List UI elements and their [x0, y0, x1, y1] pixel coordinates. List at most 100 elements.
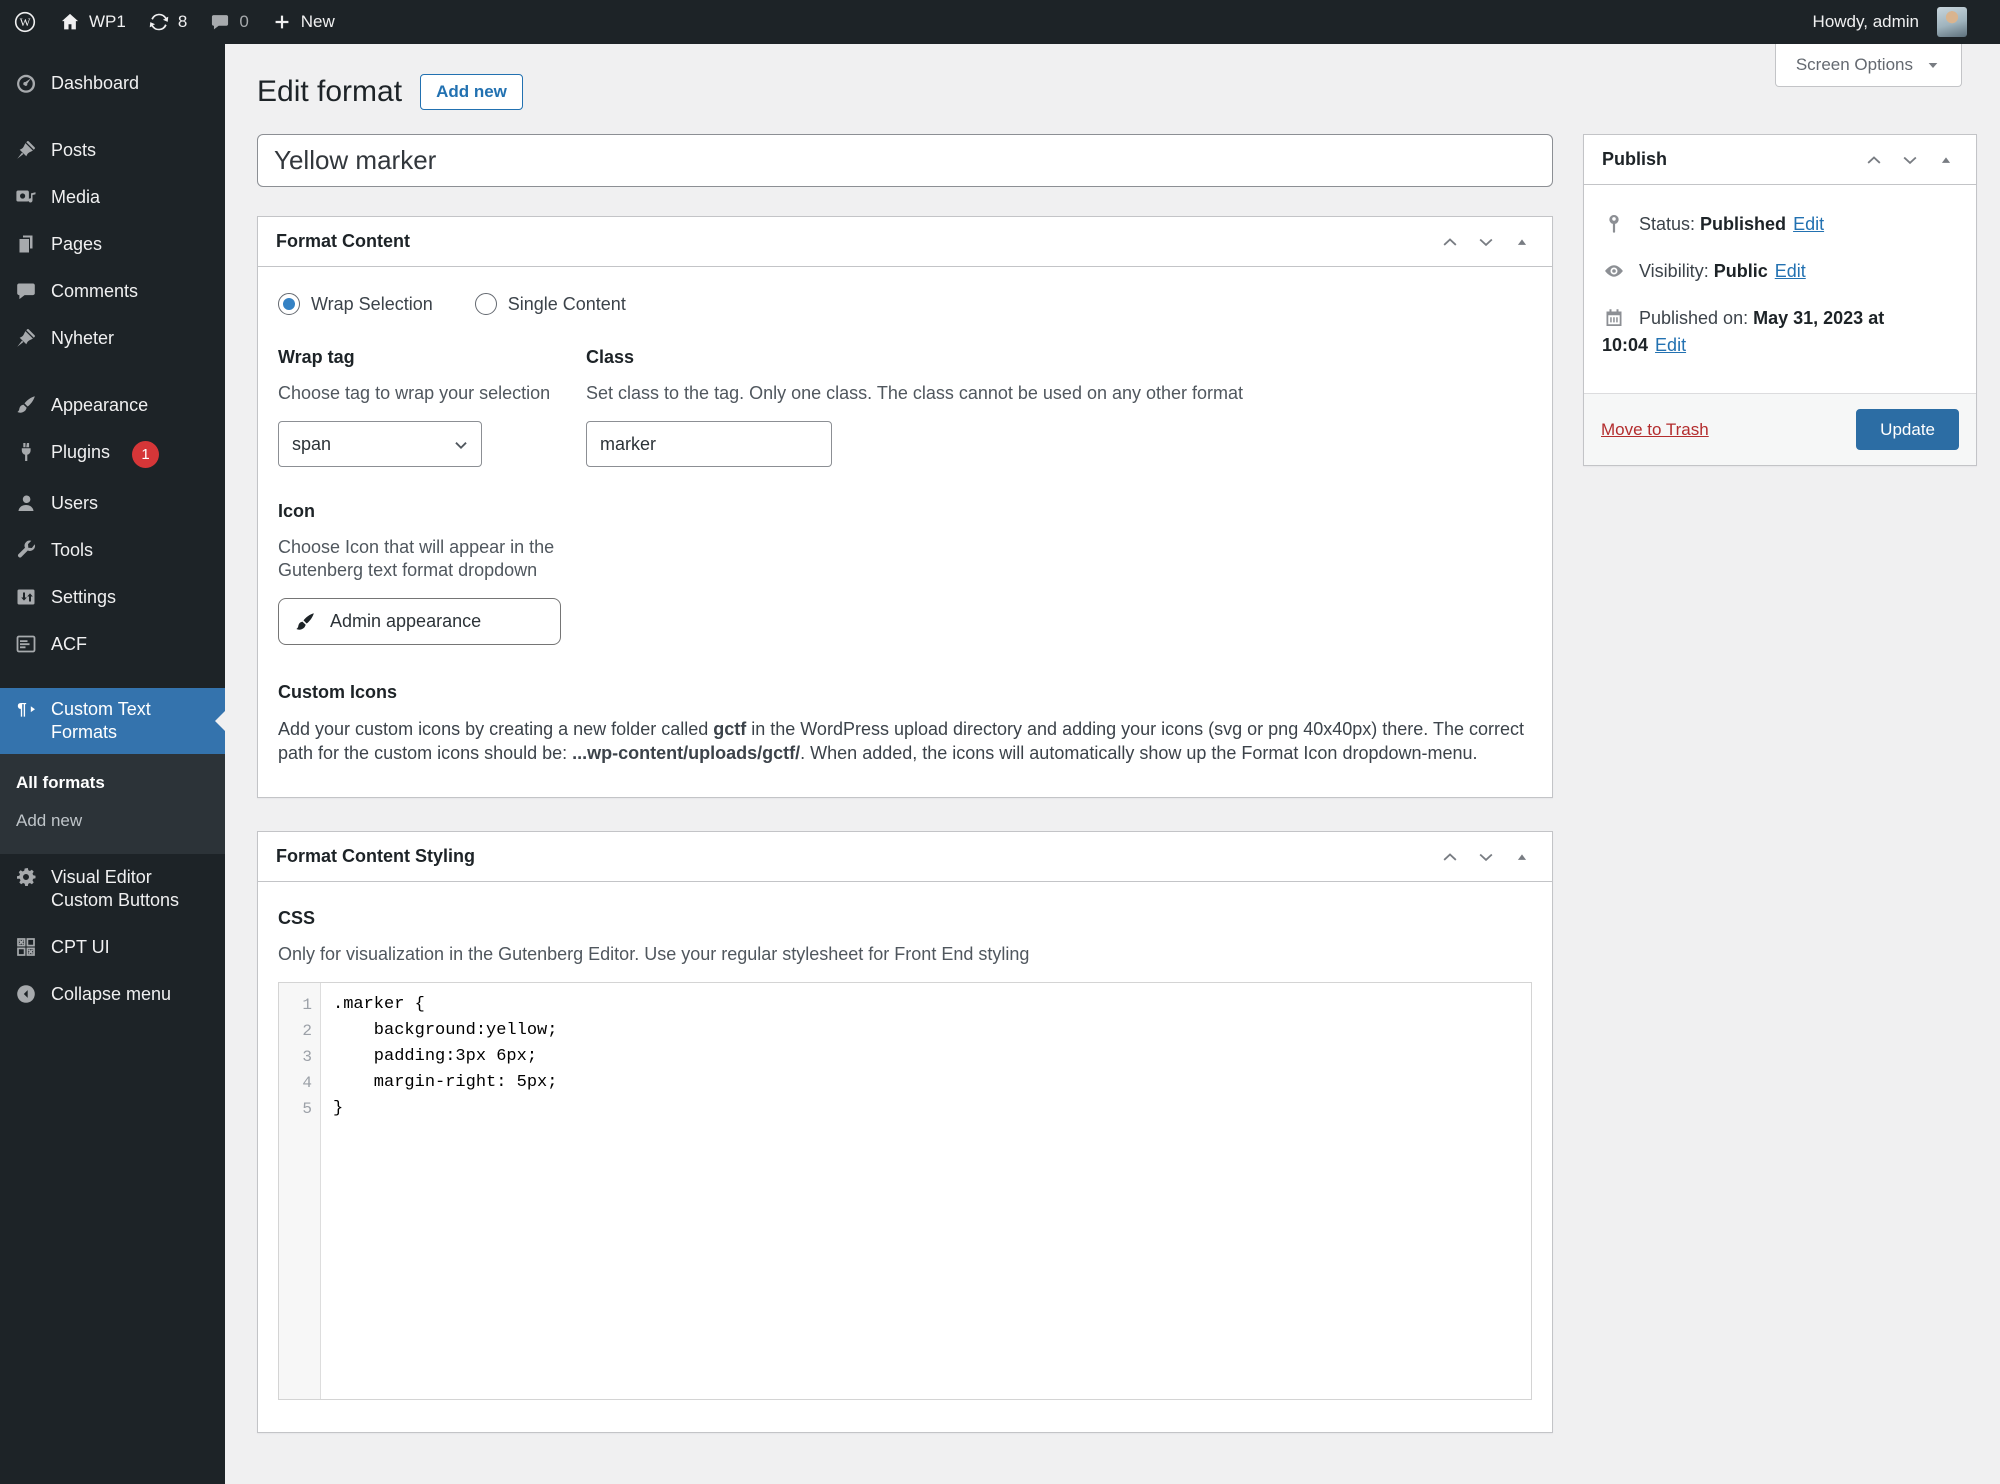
- class-label: Class: [586, 347, 635, 367]
- settings-icon: [14, 585, 38, 609]
- admin-bar: W WP1 8 0 New Howdy, admin: [0, 0, 2000, 44]
- sidebar-item-collapse-menu[interactable]: Collapse menu: [0, 971, 225, 1018]
- code-line: .marker {: [333, 995, 425, 1014]
- edit-published-on-link[interactable]: Edit: [1655, 335, 1686, 355]
- add-new-button[interactable]: Add new: [420, 74, 523, 110]
- move-down-button[interactable]: [1468, 224, 1504, 260]
- icon-label: Icon: [278, 501, 316, 521]
- sidebar-item-nyheter[interactable]: Nyheter: [0, 315, 225, 362]
- comments-menu[interactable]: 0: [198, 0, 259, 44]
- comments-bubble-icon: [209, 11, 231, 33]
- site-name-menu[interactable]: WP1: [48, 0, 137, 44]
- move-down-button[interactable]: [1468, 839, 1504, 875]
- title-input[interactable]: [257, 134, 1553, 187]
- css-description: Only for visualization in the Gutenberg …: [278, 944, 1030, 964]
- toggle-panel-button[interactable]: [1504, 224, 1540, 260]
- edit-status-link[interactable]: Edit: [1793, 214, 1824, 234]
- move-up-button[interactable]: [1432, 224, 1468, 260]
- home-icon: [59, 11, 81, 33]
- eye-icon: [1602, 259, 1626, 283]
- code-line: padding:3px 6px;: [333, 1047, 538, 1066]
- submenu-item-all-formats[interactable]: All formats: [0, 764, 225, 802]
- wrap-tag-label: Wrap tag: [278, 347, 355, 367]
- admin-sidebar: Dashboard Posts Media Pages Comments Nyh…: [0, 44, 225, 1484]
- icon-picker-button[interactable]: Admin appearance: [278, 598, 561, 645]
- format-content-styling-header: Format Content Styling: [258, 832, 1552, 882]
- sidebar-item-custom-text-formats[interactable]: ¶ Custom Text Formats: [0, 688, 225, 754]
- post-status-pin-icon: [1602, 212, 1626, 236]
- acf-icon: [14, 632, 38, 656]
- caret-down-icon: [1925, 57, 1941, 73]
- publish-header: Publish: [1584, 135, 1976, 185]
- wrap-tag-select[interactable]: span: [278, 421, 482, 467]
- submenu-item-add-new[interactable]: Add new: [0, 802, 225, 840]
- edit-visibility-link[interactable]: Edit: [1775, 261, 1806, 281]
- sidebar-item-cpt-ui[interactable]: CPT UI: [0, 924, 225, 971]
- code-area[interactable]: .marker { background:yellow; padding:3px…: [321, 983, 1531, 1399]
- format-content-header: Format Content: [258, 217, 1552, 267]
- class-input[interactable]: [586, 421, 832, 467]
- screen-options-label: Screen Options: [1795, 55, 1913, 74]
- content-type-radios: Wrap Selection Single Content: [278, 293, 1532, 315]
- new-content-menu[interactable]: New: [260, 0, 346, 44]
- wp-logo-menu[interactable]: W: [2, 0, 48, 44]
- sidebar-item-posts[interactable]: Posts: [0, 127, 225, 174]
- class-description: Set class to the tag. Only one class. Th…: [586, 383, 1244, 403]
- sidebar-item-settings[interactable]: Settings: [0, 574, 225, 621]
- pages-icon: [14, 232, 38, 256]
- handle-actions: [1432, 839, 1540, 875]
- radio-unchecked-icon: [474, 293, 497, 315]
- panel-title: Format Content Styling: [276, 846, 475, 866]
- code-line: }: [333, 1099, 344, 1118]
- gear-icon: [14, 865, 38, 889]
- published-on-row: Published on: May 31, 2023 at 10:04 Edit: [1602, 308, 1885, 355]
- sidebar-item-media[interactable]: Media: [0, 174, 225, 221]
- single-content-radio[interactable]: Single Content: [474, 293, 626, 315]
- update-button[interactable]: Update: [1856, 409, 1959, 450]
- toggle-panel-button[interactable]: [1504, 839, 1540, 875]
- pushpin-icon: [14, 138, 38, 162]
- comments-count: 0: [239, 12, 249, 31]
- code-line: background:yellow;: [333, 1021, 558, 1040]
- sidebar-item-dashboard[interactable]: Dashboard: [0, 60, 225, 107]
- panel-title: Publish: [1602, 149, 1668, 169]
- icon-description: Choose Icon that will appear in the Gute…: [278, 537, 555, 580]
- paintbrush-icon: [14, 393, 38, 417]
- sidebar-separator: [0, 362, 225, 382]
- css-code-editor: 1 2 3 4 5 .marker { background:yellow; p…: [278, 982, 1532, 1400]
- page-header: Edit format Add new: [257, 74, 1977, 110]
- publish-panel: Publish Status: Published Edit Visibilit…: [1583, 134, 1977, 466]
- line-number-gutter: 1 2 3 4 5: [279, 983, 321, 1399]
- custom-icons-label: Custom Icons: [278, 682, 398, 702]
- sidebar-item-acf[interactable]: ACF: [0, 621, 225, 668]
- sidebar-item-users[interactable]: Users: [0, 480, 225, 527]
- account-menu[interactable]: Howdy, admin: [1802, 0, 1978, 44]
- plus-icon: [271, 11, 293, 33]
- css-label: CSS: [278, 908, 316, 928]
- sidebar-item-pages[interactable]: Pages: [0, 221, 225, 268]
- sidebar-item-tools[interactable]: Tools: [0, 527, 225, 574]
- updates-count: 8: [177, 12, 188, 31]
- radio-checked-icon: [278, 293, 300, 315]
- sidebar-item-comments[interactable]: Comments: [0, 268, 225, 315]
- screen-options-tab[interactable]: Screen Options: [1774, 44, 1962, 87]
- pushpin-icon: [14, 326, 38, 350]
- updates-menu[interactable]: 8: [137, 0, 198, 44]
- toggle-panel-button[interactable]: [1928, 142, 1964, 178]
- wrap-selection-radio[interactable]: Wrap Selection: [278, 293, 433, 315]
- move-down-button[interactable]: [1892, 142, 1928, 178]
- svg-text:¶: ¶: [17, 700, 26, 719]
- sidebar-item-visual-editor-custom-buttons[interactable]: Visual Editor Custom Buttons: [0, 854, 225, 924]
- sidebar-separator: [0, 107, 225, 127]
- comments-icon: [14, 279, 38, 303]
- wrap-tag-description: Choose tag to wrap your selection: [278, 383, 551, 403]
- media-icon: [14, 185, 38, 209]
- sidebar-item-appearance[interactable]: Appearance: [0, 382, 225, 429]
- sidebar-item-plugins[interactable]: Plugins 1: [0, 429, 225, 480]
- format-content-panel: Format Content Wrap Selection Single Con…: [257, 216, 1553, 798]
- move-up-button[interactable]: [1432, 839, 1468, 875]
- move-to-trash-link[interactable]: Move to Trash: [1601, 420, 1709, 440]
- move-up-button[interactable]: [1856, 142, 1892, 178]
- handle-actions: [1856, 142, 1964, 178]
- sidebar-separator: [0, 668, 225, 688]
